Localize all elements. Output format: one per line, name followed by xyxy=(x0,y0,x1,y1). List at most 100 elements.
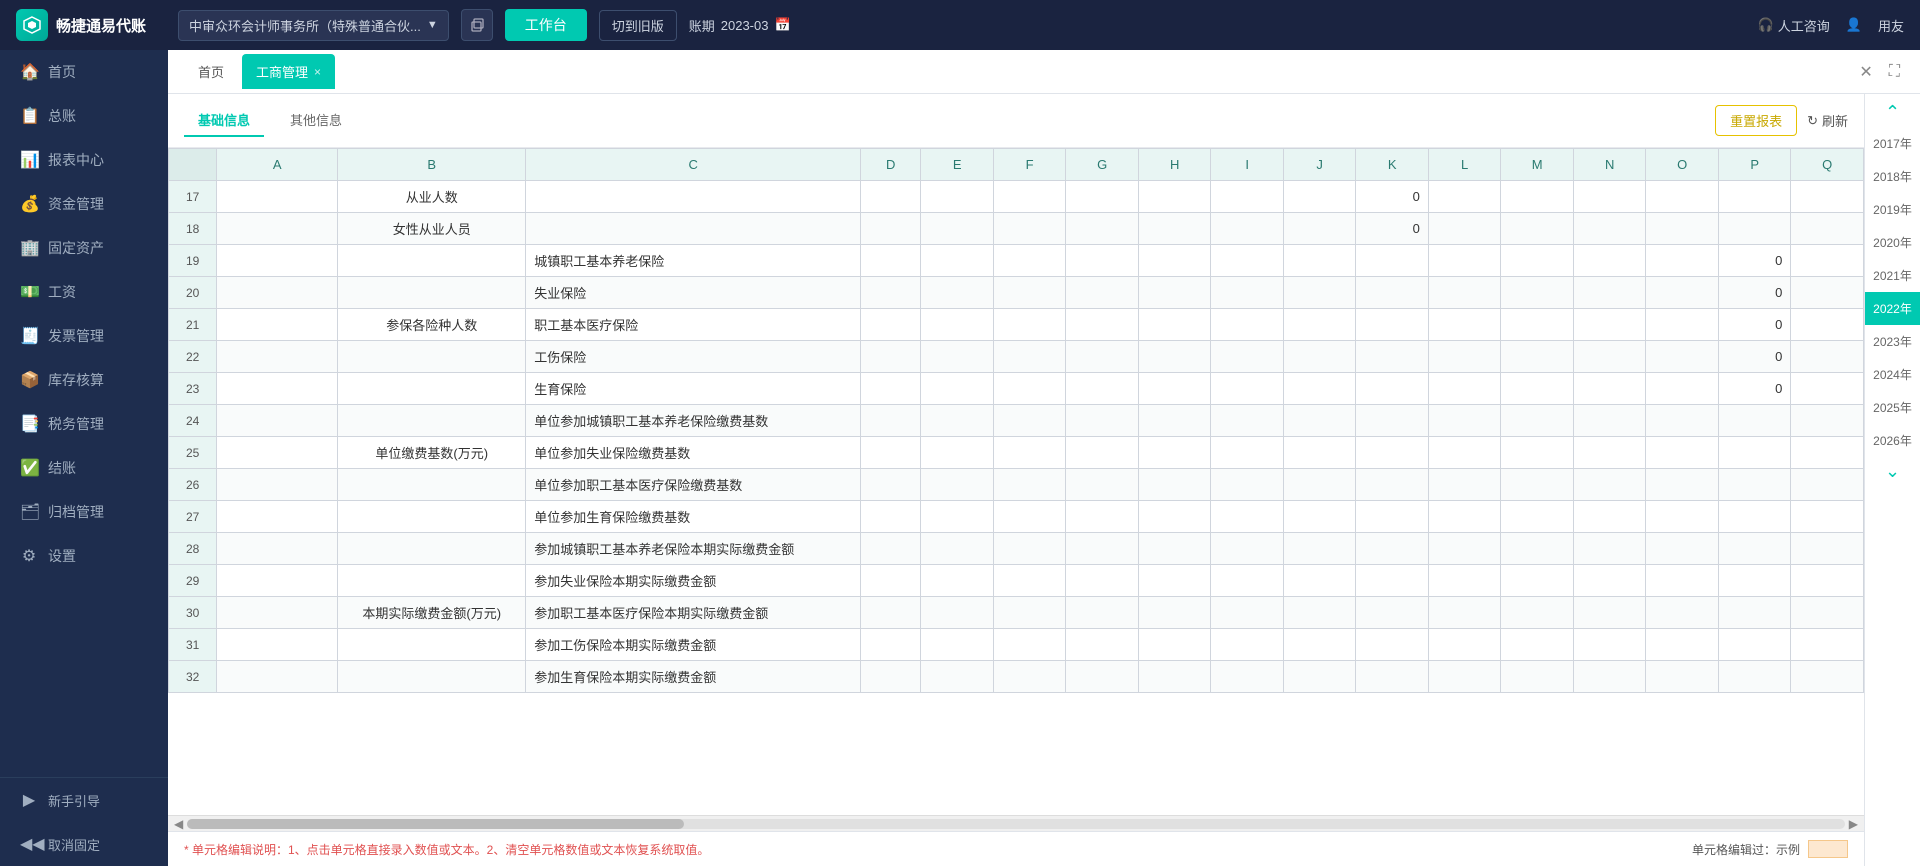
cell-18-b[interactable]: 女性从业人员 xyxy=(338,213,526,245)
cell-18-p[interactable] xyxy=(1718,213,1791,245)
cell-29-k[interactable] xyxy=(1356,565,1429,597)
cell-19-d[interactable] xyxy=(861,245,921,277)
cell-29-a[interactable] xyxy=(217,565,338,597)
tab-business-admin[interactable]: 工商管理 × xyxy=(242,54,335,89)
cell-26-c[interactable]: 单位参加职工基本医疗保险缴费基数 xyxy=(526,469,861,501)
cell-20-p[interactable]: 0 xyxy=(1718,277,1791,309)
cell-26-d[interactable] xyxy=(861,469,921,501)
cell-18-f[interactable] xyxy=(993,213,1066,245)
cell-17-j[interactable] xyxy=(1283,181,1356,213)
cell-22-g[interactable] xyxy=(1066,341,1139,373)
cell-21-d[interactable] xyxy=(861,309,921,341)
cell-21-a[interactable] xyxy=(217,309,338,341)
cell-32-k[interactable] xyxy=(1356,661,1429,693)
cell-24-q[interactable] xyxy=(1791,405,1864,437)
cell-26-h[interactable] xyxy=(1138,469,1211,501)
cell-20-f[interactable] xyxy=(993,277,1066,309)
cell-23-c[interactable]: 生育保险 xyxy=(526,373,861,405)
cell-19-g[interactable] xyxy=(1066,245,1139,277)
year-item-2025[interactable]: 2025年 xyxy=(1865,391,1920,424)
cell-31-f[interactable] xyxy=(993,629,1066,661)
cell-21-m[interactable] xyxy=(1501,309,1574,341)
cell-28-h[interactable] xyxy=(1138,533,1211,565)
sidebar-item-inventory[interactable]: 📦 库存核算 xyxy=(0,358,168,402)
cell-25-e[interactable] xyxy=(921,437,994,469)
cell-23-m[interactable] xyxy=(1501,373,1574,405)
cell-22-a[interactable] xyxy=(217,341,338,373)
cell-28-o[interactable] xyxy=(1646,533,1719,565)
cell-20-l[interactable] xyxy=(1428,277,1501,309)
year-item-2017[interactable]: 2017年 xyxy=(1865,127,1920,160)
cell-29-q[interactable] xyxy=(1791,565,1864,597)
cell-32-n[interactable] xyxy=(1573,661,1646,693)
cell-20-h[interactable] xyxy=(1138,277,1211,309)
year-item-2020[interactable]: 2020年 xyxy=(1865,226,1920,259)
cell-19-e[interactable] xyxy=(921,245,994,277)
cell-23-i[interactable] xyxy=(1211,373,1284,405)
cell-26-g[interactable] xyxy=(1066,469,1139,501)
cell-18-a[interactable] xyxy=(217,213,338,245)
cell-28-e[interactable] xyxy=(921,533,994,565)
cell-28-b[interactable] xyxy=(338,533,526,565)
cell-23-f[interactable] xyxy=(993,373,1066,405)
cell-17-m[interactable] xyxy=(1501,181,1574,213)
cell-27-i[interactable] xyxy=(1211,501,1284,533)
sidebar-item-ledger[interactable]: 📋 总账 xyxy=(0,94,168,138)
cell-29-i[interactable] xyxy=(1211,565,1284,597)
cell-26-n[interactable] xyxy=(1573,469,1646,501)
cell-20-d[interactable] xyxy=(861,277,921,309)
cell-23-l[interactable] xyxy=(1428,373,1501,405)
year-item-2019[interactable]: 2019年 xyxy=(1865,193,1920,226)
cell-31-g[interactable] xyxy=(1066,629,1139,661)
cell-22-l[interactable] xyxy=(1428,341,1501,373)
cell-18-k[interactable]: 0 xyxy=(1356,213,1429,245)
cell-17-a[interactable] xyxy=(217,181,338,213)
scroll-right-icon[interactable]: ▶ xyxy=(1845,817,1862,831)
horizontal-scroll-bar[interactable]: ◀ ▶ xyxy=(168,815,1864,831)
cell-23-a[interactable] xyxy=(217,373,338,405)
cell-31-a[interactable] xyxy=(217,629,338,661)
cell-32-l[interactable] xyxy=(1428,661,1501,693)
sub-tab-basic[interactable]: 基础信息 xyxy=(184,104,264,137)
cell-30-q[interactable] xyxy=(1791,597,1864,629)
reset-button[interactable]: 重置报表 xyxy=(1715,105,1797,136)
cell-31-k[interactable] xyxy=(1356,629,1429,661)
cell-26-b[interactable] xyxy=(338,469,526,501)
cell-17-i[interactable] xyxy=(1211,181,1284,213)
cell-22-f[interactable] xyxy=(993,341,1066,373)
cell-28-g[interactable] xyxy=(1066,533,1139,565)
cell-27-c[interactable]: 单位参加生育保险缴费基数 xyxy=(526,501,861,533)
cell-28-q[interactable] xyxy=(1791,533,1864,565)
cell-22-h[interactable] xyxy=(1138,341,1211,373)
cell-28-l[interactable] xyxy=(1428,533,1501,565)
cell-24-e[interactable] xyxy=(921,405,994,437)
cell-25-b[interactable]: 单位缴费基数(万元) xyxy=(338,437,526,469)
cell-19-f[interactable] xyxy=(993,245,1066,277)
year-item-2021[interactable]: 2021年 xyxy=(1865,259,1920,292)
cell-28-k[interactable] xyxy=(1356,533,1429,565)
year-item-2018[interactable]: 2018年 xyxy=(1865,160,1920,193)
cell-32-b[interactable] xyxy=(338,661,526,693)
cell-27-g[interactable] xyxy=(1066,501,1139,533)
cell-27-d[interactable] xyxy=(861,501,921,533)
cell-24-m[interactable] xyxy=(1501,405,1574,437)
cell-27-a[interactable] xyxy=(217,501,338,533)
cell-25-d[interactable] xyxy=(861,437,921,469)
cell-23-n[interactable] xyxy=(1573,373,1646,405)
cell-26-e[interactable] xyxy=(921,469,994,501)
cell-18-e[interactable] xyxy=(921,213,994,245)
cell-18-j[interactable] xyxy=(1283,213,1356,245)
cell-18-c[interactable] xyxy=(526,213,861,245)
cell-29-m[interactable] xyxy=(1501,565,1574,597)
cell-22-q[interactable] xyxy=(1791,341,1864,373)
cell-30-b[interactable]: 本期实际缴费金额(万元) xyxy=(338,597,526,629)
cell-23-g[interactable] xyxy=(1066,373,1139,405)
cell-19-q[interactable] xyxy=(1791,245,1864,277)
cell-26-a[interactable] xyxy=(217,469,338,501)
cell-24-g[interactable] xyxy=(1066,405,1139,437)
cell-23-d[interactable] xyxy=(861,373,921,405)
sidebar-item-reports[interactable]: 📊 报表中心 xyxy=(0,138,168,182)
cell-31-l[interactable] xyxy=(1428,629,1501,661)
cell-23-k[interactable] xyxy=(1356,373,1429,405)
cell-22-o[interactable] xyxy=(1646,341,1719,373)
